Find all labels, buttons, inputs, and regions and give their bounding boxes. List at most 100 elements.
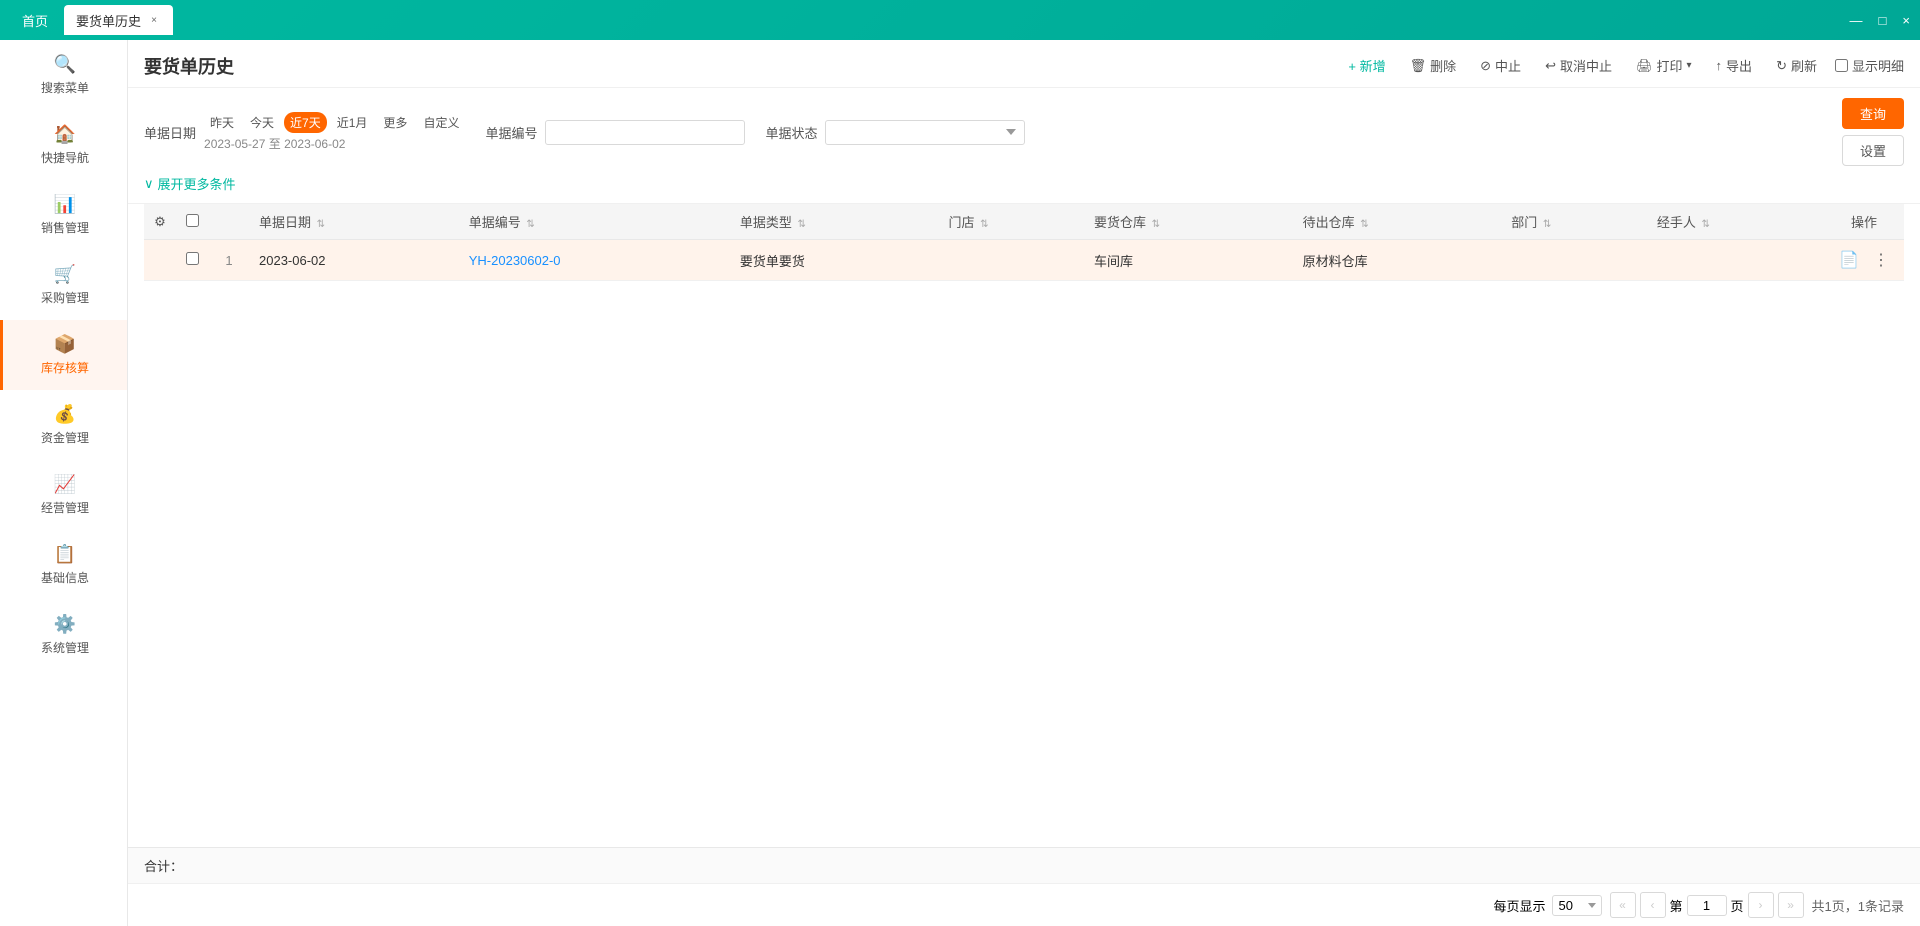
- new-button[interactable]: + 新增: [1342, 52, 1391, 79]
- column-req-warehouse[interactable]: 要货仓库 ⇅: [1084, 204, 1293, 240]
- row-handler-cell: [1647, 240, 1824, 281]
- sidebar-item-purchase[interactable]: 🛒 采购管理: [0, 250, 127, 320]
- row-settings-cell: [144, 240, 176, 281]
- print-dropdown-icon: ▾: [1687, 60, 1692, 71]
- column-doc-type[interactable]: 单据类型 ⇅: [730, 204, 939, 240]
- table-header: ⚙ 单据日期 ⇅ 单据编号 ⇅: [144, 204, 1904, 240]
- refresh-button[interactable]: ↻ 刷新: [1770, 52, 1823, 79]
- column-date[interactable]: 单据日期 ⇅: [249, 204, 459, 240]
- export-icon: ↑: [1716, 58, 1723, 73]
- row-checkbox-cell[interactable]: [176, 240, 209, 281]
- page-number-input[interactable]: [1687, 895, 1727, 916]
- footer-summary: 合计：: [128, 847, 1920, 883]
- last-page-button[interactable]: »: [1778, 892, 1804, 918]
- tab-active-label: 要货单历史: [76, 11, 141, 30]
- sidebar: 🔍 搜索菜单 🏠 快捷导航 📊 销售管理 🛒 采购管理 📦 库存核算 💰 资金管…: [0, 40, 128, 926]
- table-row[interactable]: 1 2023-06-02 YH-20230602-0 要货单要货 车间库 原材料…: [144, 240, 1904, 281]
- close-button[interactable]: ×: [1902, 13, 1910, 28]
- column-doc-no-label: 单据编号: [469, 215, 521, 230]
- sales-icon: 📊: [54, 194, 76, 215]
- header-row: ⚙ 单据日期 ⇅ 单据编号 ⇅: [144, 204, 1904, 240]
- row-more-button[interactable]: ⋮: [1869, 248, 1893, 272]
- doc-number-input[interactable]: [545, 120, 745, 145]
- sidebar-item-search[interactable]: 🔍 搜索菜单: [0, 40, 127, 110]
- date-btn-1month[interactable]: 近1月: [331, 112, 374, 133]
- tab-home[interactable]: 首页: [10, 5, 60, 35]
- column-doc-type-label: 单据类型: [740, 215, 792, 230]
- column-dept-label: 部门: [1511, 215, 1537, 230]
- column-handler[interactable]: 经手人 ⇅: [1647, 204, 1824, 240]
- display-cell-checkbox[interactable]: [1835, 59, 1848, 72]
- column-doc-no[interactable]: 单据编号 ⇅: [459, 204, 730, 240]
- page-nav: « ‹ 第 页 › »: [1610, 892, 1804, 918]
- expand-conditions-button[interactable]: ∨ 展开更多条件: [144, 174, 1904, 193]
- doc-number-label: 单据编号: [485, 123, 537, 142]
- sidebar-item-nav-label: 快捷导航: [41, 149, 89, 166]
- sidebar-item-basic[interactable]: 📋 基础信息: [0, 530, 127, 600]
- row-checkbox[interactable]: [186, 252, 199, 265]
- page-header: 要货单历史 + 新增 🗑 删除 ⊘ 中止 ↩ 取消中止 🖨 打印: [128, 40, 1920, 88]
- stop-button[interactable]: ⊘ 中止: [1474, 52, 1527, 79]
- row-date-cell: 2023-06-02: [249, 240, 459, 281]
- date-btn-more[interactable]: 更多: [377, 112, 413, 133]
- close-tab-icon[interactable]: ×: [147, 13, 161, 27]
- status-select[interactable]: [825, 120, 1025, 145]
- page-suffix-label: 页: [1731, 896, 1744, 915]
- sidebar-item-finance[interactable]: 💰 资金管理: [0, 390, 127, 460]
- sidebar-item-nav[interactable]: 🏠 快捷导航: [0, 110, 127, 180]
- export-button[interactable]: ↑ 导出: [1710, 52, 1759, 79]
- select-all-checkbox[interactable]: [186, 214, 199, 227]
- sidebar-item-basic-label: 基础信息: [41, 569, 89, 586]
- display-cell-button[interactable]: 显示明细: [1835, 56, 1904, 75]
- date-btn-yesterday[interactable]: 昨天: [204, 112, 240, 133]
- cancel-stop-button[interactable]: ↩ 取消中止: [1539, 52, 1618, 79]
- content-area: 要货单历史 + 新增 🗑 删除 ⊘ 中止 ↩ 取消中止 🖨 打印: [128, 40, 1920, 926]
- column-dept[interactable]: 部门 ⇅: [1501, 204, 1647, 240]
- column-ops: 操作: [1824, 204, 1904, 240]
- date-btn-7days[interactable]: 近7天: [284, 112, 327, 133]
- maximize-button[interactable]: □: [1879, 13, 1887, 28]
- sidebar-item-finance-label: 资金管理: [41, 429, 89, 446]
- finance-icon: 💰: [54, 404, 76, 425]
- sidebar-item-operation[interactable]: 📈 经营管理: [0, 460, 127, 530]
- sort-doc-type-icon: ⇅: [797, 219, 805, 230]
- row-num-cell: 1: [209, 240, 249, 281]
- column-pending-warehouse[interactable]: 待出仓库 ⇅: [1293, 204, 1502, 240]
- tab-active[interactable]: 要货单历史 ×: [64, 5, 173, 35]
- column-req-warehouse-label: 要货仓库: [1094, 215, 1146, 230]
- delete-label: 删除: [1430, 56, 1456, 75]
- print-button[interactable]: 🖨 打印 ▾: [1630, 52, 1698, 79]
- setting-button[interactable]: 设置: [1842, 135, 1904, 166]
- date-btn-today[interactable]: 今天: [244, 112, 280, 133]
- prev-page-button[interactable]: ‹: [1640, 892, 1666, 918]
- sort-store-icon: ⇅: [980, 219, 988, 230]
- column-store[interactable]: 门店 ⇅: [938, 204, 1084, 240]
- sidebar-item-sales-label: 销售管理: [41, 219, 89, 236]
- row-doc-no-link[interactable]: YH-20230602-0: [469, 253, 561, 268]
- row-dept-cell: [1501, 240, 1647, 281]
- next-page-button[interactable]: ›: [1748, 892, 1774, 918]
- sort-dept-icon: ⇅: [1543, 219, 1551, 230]
- row-edit-button[interactable]: 📄: [1835, 248, 1863, 272]
- first-page-button[interactable]: «: [1610, 892, 1636, 918]
- sort-pending-warehouse-icon: ⇅: [1360, 219, 1368, 230]
- minimize-button[interactable]: —: [1850, 13, 1863, 28]
- sidebar-item-inventory[interactable]: 📦 库存核算: [0, 320, 127, 390]
- column-date-label: 单据日期: [259, 215, 311, 230]
- filter-actions: 查询 设置: [1842, 98, 1904, 166]
- query-button[interactable]: 查询: [1842, 98, 1904, 129]
- column-settings[interactable]: ⚙: [144, 204, 176, 240]
- page-size-select[interactable]: 10 20 50 100: [1552, 895, 1602, 916]
- summary-label: 合计：: [144, 859, 183, 874]
- column-pending-warehouse-label: 待出仓库: [1303, 215, 1355, 230]
- row-store-cell: [938, 240, 1084, 281]
- status-label: 单据状态: [765, 123, 817, 142]
- date-btn-custom[interactable]: 自定义: [417, 112, 465, 133]
- stop-icon: ⊘: [1480, 58, 1491, 74]
- window-controls: — □ ×: [1850, 13, 1910, 28]
- top-bar: 首页 要货单历史 × — □ ×: [0, 0, 1920, 40]
- row-req-warehouse-cell: 车间库: [1084, 240, 1293, 281]
- delete-button[interactable]: 🗑 删除: [1404, 52, 1463, 79]
- sidebar-item-system[interactable]: ⚙️ 系统管理: [0, 600, 127, 670]
- sidebar-item-sales[interactable]: 📊 销售管理: [0, 180, 127, 250]
